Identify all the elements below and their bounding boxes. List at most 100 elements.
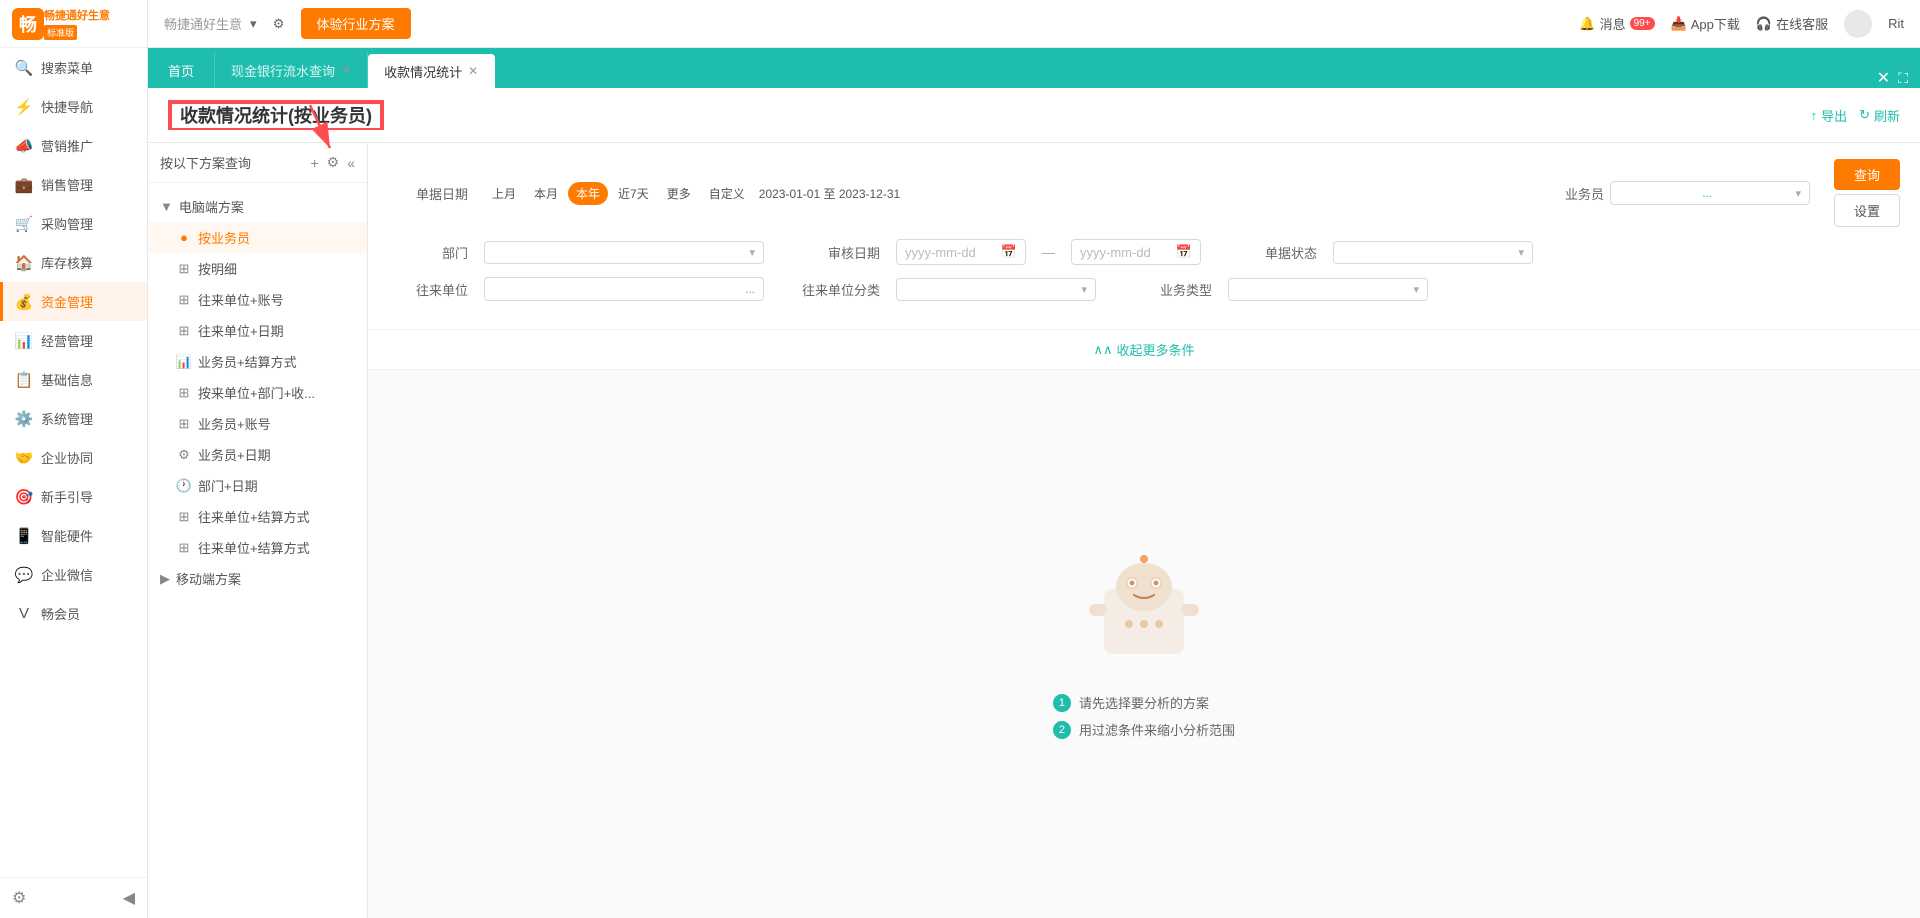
staff-label: 业务员 (1544, 184, 1604, 203)
sidebar-item-quicknav[interactable]: ⚡ 快捷导航 (0, 87, 147, 126)
staff-more-btn[interactable]: ... (1702, 186, 1712, 200)
sidebar-item-inventory[interactable]: 🏠 库存核算 (0, 243, 147, 282)
sales-icon: 💼 (15, 176, 33, 194)
scheme-item-unit-date[interactable]: ⊞ 往来单位+日期 (148, 315, 367, 346)
date-tab-this-month[interactable]: 本月 (526, 182, 566, 205)
scheme-item-unit-dept[interactable]: ⊞ 按来单位+部门+收... (148, 377, 367, 408)
sidebar-footer: ⚙ ◀ (0, 877, 147, 918)
tab-window-controls: ✕ ⛶ (1865, 68, 1920, 88)
scheme-item-unit-account[interactable]: ⊞ 往来单位+账号 (148, 284, 367, 315)
sidebar-item-guide[interactable]: 🎯 新手引导 (0, 477, 147, 516)
window-close-icon[interactable]: ✕ (1877, 68, 1890, 88)
sidebar-item-marketing[interactable]: 📣 营销推广 (0, 126, 147, 165)
corp-icon: 🤝 (15, 449, 33, 467)
partner-category-label: 往来单位分类 (800, 280, 880, 299)
online-service-button[interactable]: 🎧 在线客服 (1756, 14, 1828, 33)
sidebar-item-operation[interactable]: 📊 经营管理 (0, 321, 147, 360)
logo-text: 畅捷通好生意 标准版 (44, 7, 110, 40)
partner-more-btn[interactable]: ... (745, 282, 755, 296)
doc-status-select[interactable]: ▾ (1333, 241, 1533, 264)
date-tab-custom[interactable]: 自定义 (701, 182, 753, 205)
dept-select[interactable]: ▾ (484, 241, 764, 264)
footer-collapse-icon[interactable]: ◀ (123, 888, 135, 908)
sidebar-item-search[interactable]: 🔍 搜索菜单 (0, 48, 147, 87)
bell-icon: 🔔 (1579, 16, 1595, 32)
sidebar-item-member[interactable]: V 畅会员 (0, 594, 147, 633)
partner-category-select[interactable]: ▾ (896, 278, 1096, 301)
refresh-button[interactable]: ↻ 刷新 (1859, 106, 1900, 125)
scheme-item-dept-date[interactable]: 🕐 部门+日期 (148, 470, 367, 501)
scheme-group-desktop-header[interactable]: ▼ 电脑端方案 (148, 191, 367, 222)
empty-hints: 1 请先选择要分析的方案 2 用过滤条件来缩小分析范围 (1053, 693, 1235, 739)
scheme-settings-button[interactable]: ⚙ (327, 154, 340, 171)
tab-receipt-stats[interactable]: 收款情况统计 ✕ (368, 54, 495, 88)
date-tab-7days[interactable]: 近7天 (610, 182, 657, 205)
notification-button[interactable]: 🔔 消息 99+ (1579, 14, 1654, 33)
date-filter-value: 上月 本月 本年 近7天 更多 自定义 2023-01-01 至 2023-12… (484, 182, 1528, 205)
user-avatar[interactable] (1844, 10, 1872, 38)
tab-close-bank-flow[interactable]: ✕ (341, 63, 351, 77)
sidebar-item-basic[interactable]: 📋 基础信息 (0, 360, 147, 399)
trial-button[interactable]: 体验行业方案 (301, 8, 411, 39)
partner-select[interactable]: ... (484, 277, 764, 301)
add-scheme-button[interactable]: + (310, 155, 318, 171)
scheme-item-unit-settle1[interactable]: ⊞ 往来单位+结算方式 (148, 501, 367, 532)
tab-close-receipt-stats[interactable]: ✕ (468, 64, 478, 78)
breadcrumb-dropdown-icon[interactable]: ▾ (250, 16, 257, 32)
scheme-icon-unit-settle1: ⊞ (176, 509, 192, 525)
basic-icon: 📋 (15, 371, 33, 389)
biz-type-select[interactable]: ▾ (1228, 278, 1428, 301)
sidebar-item-sales[interactable]: 💼 销售管理 (0, 165, 147, 204)
panel-collapse-button[interactable]: « (347, 155, 355, 171)
scheme-icon-unit-date: ⊞ (176, 323, 192, 339)
scheme-icon-staff-date: ⚙ (176, 447, 192, 463)
collapse-bar[interactable]: ∧∧ 收起更多条件 (368, 330, 1920, 370)
review-date-to[interactable]: yyyy-mm-dd 📅 (1071, 239, 1201, 265)
footer-settings-icon[interactable]: ⚙ (12, 888, 26, 908)
scheme-icon-unit-dept: ⊞ (176, 385, 192, 401)
sidebar-item-corp[interactable]: 🤝 企业协同 (0, 438, 147, 477)
scheme-item-by-staff[interactable]: ● 按业务员 (148, 222, 367, 253)
marketing-icon: 📣 (15, 137, 33, 155)
sidebar-item-purchase[interactable]: 🛒 采购管理 (0, 204, 147, 243)
dept-label: 部门 (388, 243, 468, 262)
sidebar-item-wechat[interactable]: 💬 企业微信 (0, 555, 147, 594)
hint-item-1: 1 请先选择要分析的方案 (1053, 693, 1235, 712)
sidebar-item-finance[interactable]: 💰 资金管理 (0, 282, 147, 321)
scheme-group-mobile-header[interactable]: ▶ 移动端方案 (148, 563, 367, 594)
header-gear-button[interactable]: ⚙ (265, 10, 293, 38)
date-tab-this-year[interactable]: 本年 (568, 182, 608, 205)
date-label: 单据日期 (388, 184, 468, 203)
data-area: 1 请先选择要分析的方案 2 用过滤条件来缩小分析范围 (368, 370, 1920, 918)
window-maximize-icon[interactable]: ⛶ (1898, 70, 1908, 87)
tab-bank-flow[interactable]: 现金银行流水查询 ✕ (215, 52, 368, 88)
export-button[interactable]: ↑ 导出 (1811, 106, 1848, 125)
scheme-item-by-detail[interactable]: ⊞ 按明细 (148, 253, 367, 284)
query-button[interactable]: 查询 (1834, 159, 1900, 190)
review-date-from[interactable]: yyyy-mm-dd 📅 (896, 239, 1026, 265)
main-area: 畅捷通好生意 ▾ ⚙ 体验行业方案 🔔 消息 99+ 📥 App下载 🎧 在线客… (148, 0, 1920, 918)
staff-select[interactable]: ... ▾ (1610, 181, 1810, 205)
filter-area: 单据日期 上月 本月 本年 近7天 更多 自定义 (368, 143, 1920, 330)
sidebar-item-hardware[interactable]: 📱 智能硬件 (0, 516, 147, 555)
sidebar-item-system[interactable]: ⚙️ 系统管理 (0, 399, 147, 438)
purchase-icon: 🛒 (15, 215, 33, 233)
scheme-item-staff-account[interactable]: ⊞ 业务员+账号 (148, 408, 367, 439)
guide-icon: 🎯 (15, 488, 33, 506)
calendar-icon-from: 📅 (1001, 244, 1017, 260)
settings-button[interactable]: 设置 (1834, 194, 1900, 227)
scheme-item-staff-date[interactable]: ⚙ 业务员+日期 (148, 439, 367, 470)
app-download-button[interactable]: 📥 App下载 (1671, 14, 1740, 33)
scheme-item-staff-settle[interactable]: 📊 业务员+结算方式 (148, 346, 367, 377)
dept-dropdown-arrow: ▾ (749, 246, 755, 259)
scheme-icon-staff-settle: 📊 (176, 354, 192, 370)
scheme-icon-staff: ● (176, 230, 192, 246)
date-tab-last-month[interactable]: 上月 (484, 182, 524, 205)
left-panel: 按以下方案查询 + ⚙ « ▼ 电脑端方案 (148, 143, 368, 918)
partner-cat-arrow: ▾ (1081, 283, 1087, 296)
date-tab-more[interactable]: 更多 (659, 182, 699, 205)
scheme-item-unit-settle2[interactable]: ⊞ 往来单位+结算方式 (148, 532, 367, 563)
tab-home[interactable]: 首页 (148, 52, 215, 88)
doc-status-label: 单据状态 (1237, 243, 1317, 262)
doc-status-arrow: ▾ (1518, 246, 1524, 259)
